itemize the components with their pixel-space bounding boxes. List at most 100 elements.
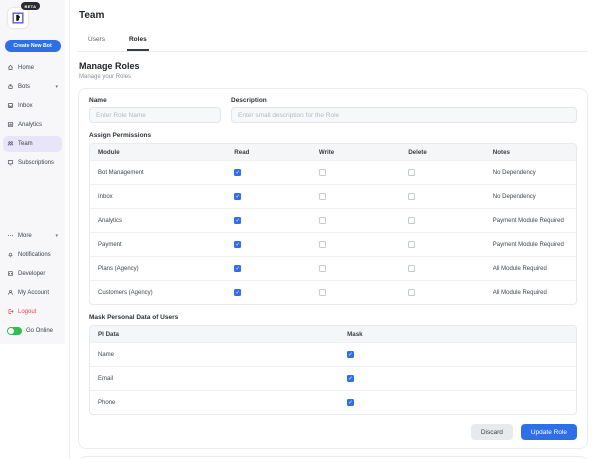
read-checkbox[interactable] [234,265,242,272]
sidebar-item-subscriptions[interactable]: Subscriptions [3,155,62,171]
column-header-pi-data: PI Data [98,330,119,338]
sidebar: BETA Create New Bot Home Bots ▾ Inbox An… [0,0,70,459]
delete-checkbox[interactable] [408,265,416,272]
delete-checkbox[interactable] [408,289,416,296]
sidebar-item-bots[interactable]: Bots ▾ [3,79,62,95]
pi-data-name: Name [98,351,115,358]
read-checkbox[interactable] [234,241,242,248]
role-name-input[interactable] [89,107,221,123]
toggle-pill [7,327,22,335]
write-checkbox[interactable] [318,241,326,248]
pi-data-name: Phone [98,399,116,406]
delete-checkbox[interactable] [408,241,416,248]
card-actions: Discard Update Role [89,415,577,440]
logo-icon [12,12,24,24]
main-content: Team Users Roles Manage Roles Manage you… [70,0,600,459]
notes-text: No Dependency [492,169,536,176]
read-checkbox[interactable] [234,289,242,296]
mask-checkbox[interactable] [347,399,355,406]
sidebar-panel: BETA Create New Bot Home Bots ▾ Inbox An… [0,0,65,344]
sidebar-item-logout[interactable]: Logout [3,304,62,320]
delete-checkbox[interactable] [408,217,416,224]
delete-checkbox[interactable] [408,193,416,200]
bell-icon [8,252,13,258]
column-header-mask: Mask [347,330,363,338]
column-header-delete: Delete [408,148,427,156]
write-checkbox[interactable] [318,193,326,200]
subscriptions-icon [7,160,14,166]
description-field-group: Description [231,97,577,123]
sidebar-item-developer[interactable]: Developer [3,266,62,282]
notes-text: All Module Required [492,289,547,296]
mask-checkbox[interactable] [347,351,355,358]
update-role-button[interactable]: Update Role [520,424,577,440]
inbox-icon [7,103,14,108]
manage-roles-card: Name Description Assign Permissions Modu… [78,88,588,449]
section-title: Manage Roles [79,61,140,71]
sidebar-item-more[interactable]: More ▾ [3,228,62,244]
chevron-down-icon: ▾ [55,83,58,90]
read-checkbox[interactable] [234,193,242,200]
write-checkbox[interactable] [318,169,326,176]
module-name: Analytics [98,217,123,224]
toggle-knob [8,328,14,334]
sidebar-item-analytics[interactable]: Analytics [3,117,62,133]
role-description-input[interactable] [231,107,577,123]
app-logo[interactable] [8,8,28,28]
write-checkbox[interactable] [318,265,326,272]
brand-area: BETA [0,0,65,32]
description-label: Description [231,97,267,104]
discard-button[interactable]: Discard [470,424,513,440]
sidebar-item-my-account[interactable]: My Account [3,285,62,301]
mask-row: Phone [90,390,576,414]
pi-data-name: Email [98,375,114,382]
sidebar-item-label: Logout [18,308,37,315]
sidebar-item-label: Developer [18,270,46,277]
assign-permissions-label: Assign Permissions [89,132,152,139]
mask-personal-data-label: Mask Personal Data of Users [89,314,179,321]
tab-bar: Users Roles [78,33,588,52]
create-new-bot-button[interactable]: Create New Bot [4,40,61,52]
column-header-write: Write [318,148,335,156]
delete-checkbox[interactable] [408,169,416,176]
home-icon [8,64,13,70]
module-name: Bot Management [98,169,144,176]
module-name: Plans (Agency) [98,265,139,272]
read-checkbox[interactable] [234,169,242,176]
section-header: Manage Roles Manage your Roles [79,61,588,80]
mask-row: Name [90,342,576,366]
write-checkbox[interactable] [318,289,326,296]
go-online-toggle[interactable]: Go Online [3,324,62,338]
analytics-icon [7,121,14,128]
sidebar-item-notifications[interactable]: Notifications [3,247,62,263]
tab-roles[interactable]: Roles [126,33,149,51]
permission-row: Analytics Payment Module Required [90,208,576,232]
notes-text: Payment Module Required [492,217,564,224]
tab-users[interactable]: Users [86,33,107,51]
bots-icon [8,84,13,89]
sidebar-item-label: Notifications [18,251,51,258]
column-header-module: Module [98,148,120,156]
sidebar-item-inbox[interactable]: Inbox [3,98,62,114]
module-name: Customers (Agency) [98,289,153,296]
mask-table: PI Data Mask Name Email [89,325,577,415]
module-name: Payment [98,241,122,248]
sidebar-item-label: My Account [18,289,50,296]
sidebar-item-label: More [18,232,32,239]
notes-text: Payment Module Required [492,241,564,248]
mask-rows: Name Email Phone [90,342,576,414]
mask-checkbox[interactable] [347,375,355,382]
read-checkbox[interactable] [234,217,242,224]
sidebar-item-team[interactable]: Team [3,135,62,152]
beta-badge: BETA [21,2,40,10]
sidebar-item-home[interactable]: Home [3,60,62,76]
column-header-notes: Notes [492,148,510,156]
permissions-rows: Bot Management No Dependency Inbox [90,160,576,304]
permission-row: Bot Management No Dependency [90,160,576,184]
permissions-table: Module Read Write Delete Notes Bot Manag… [89,143,577,305]
sidebar-nav: Home Bots ▾ Inbox Analytics Team Subscri… [0,58,65,338]
write-checkbox[interactable] [318,217,326,224]
permission-row: Payment Payment Module Required [90,232,576,256]
sidebar-item-label: Team [18,140,33,147]
